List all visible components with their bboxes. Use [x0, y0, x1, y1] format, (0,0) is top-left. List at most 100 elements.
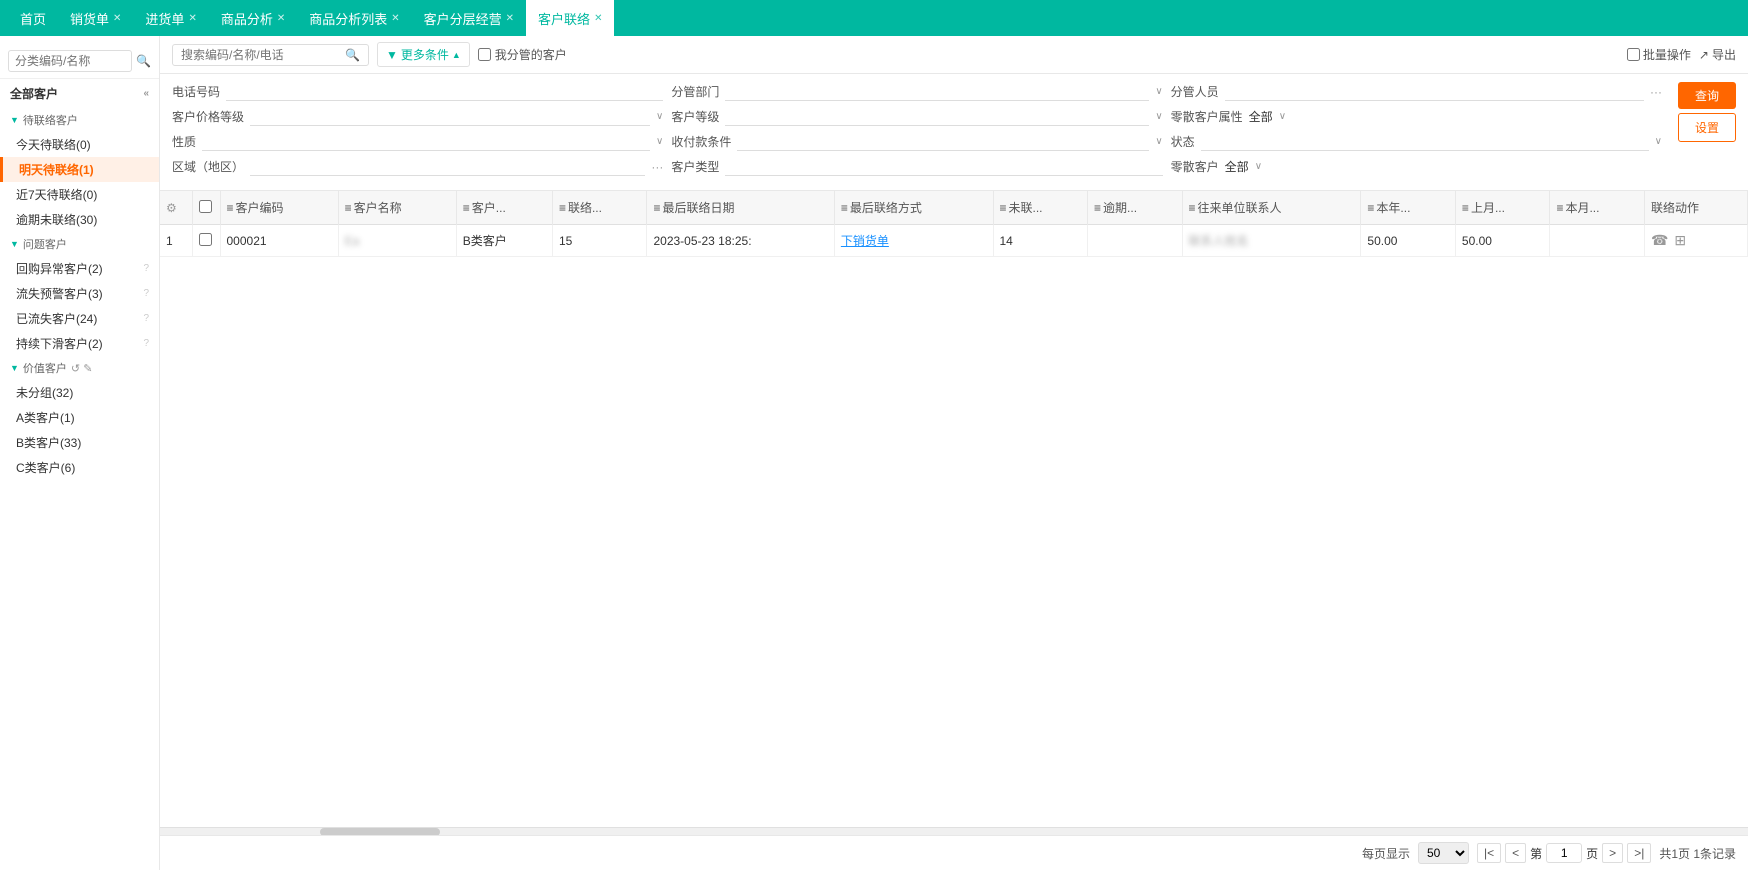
- batch-op-checkbox-label[interactable]: 批量操作: [1627, 46, 1691, 63]
- row-contact-count: 15: [552, 225, 647, 257]
- col-customer-name: ≡ 客户名称: [338, 191, 456, 225]
- nav-product-analysis-list[interactable]: 商品分析列表 ✕: [297, 0, 411, 36]
- col-last-contact-method: ≡ 最后联络方式: [834, 191, 993, 225]
- row-select-checkbox[interactable]: [199, 233, 212, 246]
- nav-sales-order[interactable]: 销货单 ✕: [58, 0, 133, 36]
- my-customers-checkbox[interactable]: [478, 48, 491, 61]
- row-type: B类客户: [456, 225, 552, 257]
- page-label: 第: [1530, 845, 1542, 862]
- nav-customer-contact[interactable]: 客户联络 ✕: [526, 0, 614, 36]
- next-page-btn[interactable]: >: [1602, 843, 1623, 863]
- close-product-analysis-icon[interactable]: ✕: [277, 13, 285, 24]
- settings-button[interactable]: 设置: [1678, 113, 1736, 142]
- nav-product-analysis[interactable]: 商品分析 ✕: [209, 0, 297, 36]
- filter-customer-type-input[interactable]: [725, 157, 1162, 176]
- sidebar-item-overdue[interactable]: 逾期未联络(30): [0, 207, 159, 232]
- price-level-chevron-icon: ∨: [656, 111, 663, 122]
- prev-page-btn[interactable]: <: [1505, 843, 1526, 863]
- sidebar-item-churned[interactable]: 已流失客户(24) ?: [0, 306, 159, 331]
- filter-retail-customer: 零散客户 全部 ∨: [1171, 158, 1662, 175]
- last-page-btn[interactable]: >|: [1627, 843, 1651, 863]
- sidebar-search-icon[interactable]: 🔍: [136, 54, 151, 68]
- filter-phone-input[interactable]: [226, 82, 663, 101]
- per-page-select[interactable]: 50 100 200: [1418, 842, 1469, 864]
- select-all-checkbox[interactable]: [199, 200, 212, 213]
- contact-action-icon[interactable]: ☎: [1651, 232, 1668, 249]
- query-button[interactable]: 查询: [1678, 82, 1736, 109]
- content-area: 🔍 ▼ 更多条件 ▲ 我分管的客户 批量操作 ↗ 导出: [160, 36, 1748, 870]
- sidebar-item-7days[interactable]: 近7天待联络(0): [0, 182, 159, 207]
- sidebar-item-ungrouped[interactable]: 未分组(32): [0, 380, 159, 405]
- batch-op-checkbox[interactable]: [1627, 48, 1640, 61]
- filter-status: 状态 ∨: [1171, 132, 1662, 151]
- row-checkbox: [192, 225, 220, 257]
- search-input[interactable]: [181, 48, 341, 62]
- search-box: 🔍: [172, 44, 369, 66]
- sidebar-item-churn-warning[interactable]: 流失预警客户(3) ?: [0, 281, 159, 306]
- col-customer-code: ≡ 客户编码: [220, 191, 338, 225]
- close-customer-tier-icon[interactable]: ✕: [506, 13, 514, 24]
- table-container: ⚙ ≡ 客户编码 ≡: [160, 191, 1748, 827]
- filter-nature: 性质 ∨: [172, 132, 663, 151]
- status-chevron-icon: ∨: [1655, 136, 1662, 147]
- more-action-icon[interactable]: ⊞: [1674, 232, 1686, 249]
- first-page-btn[interactable]: |<: [1477, 843, 1501, 863]
- sidebar-item-class-c[interactable]: C类客户(6): [0, 455, 159, 480]
- sidebar-item-class-a[interactable]: A类客户(1): [0, 405, 159, 430]
- filter-person: 分管人员 ···: [1171, 82, 1662, 101]
- sidebar-section-pending: ▼ 待联络客户: [0, 108, 159, 132]
- table-row: 1 000021 Ea B类客户 15 2023-05-23 18:25: 下销…: [160, 225, 1748, 257]
- filter-more-btn[interactable]: ▼ 更多条件 ▲: [377, 42, 470, 67]
- sidebar-section-problem: ▼ 问题客户: [0, 232, 159, 256]
- search-icon[interactable]: 🔍: [345, 48, 360, 62]
- row-no-contact: 14: [993, 225, 1088, 257]
- col-no-contact: ≡ 未联...: [993, 191, 1088, 225]
- sidebar-all-customers[interactable]: 全部客户 «: [0, 79, 159, 108]
- close-product-analysis-list-icon[interactable]: ✕: [391, 13, 399, 24]
- sidebar-item-tomorrow[interactable]: 明天待联络(1): [0, 157, 159, 182]
- sidebar-item-repurchase-abnormal[interactable]: 回购异常客户(2) ?: [0, 256, 159, 281]
- sidebar-search-input[interactable]: [8, 50, 132, 72]
- help-icon-2: ?: [143, 288, 149, 299]
- filter-person-input[interactable]: [1225, 82, 1644, 101]
- page-input[interactable]: [1546, 843, 1582, 863]
- sidebar-item-class-b[interactable]: B类客户(33): [0, 430, 159, 455]
- sidebar-item-today[interactable]: 今天待联络(0): [0, 132, 159, 157]
- triangle-icon: ▼: [10, 115, 19, 125]
- nav-home[interactable]: 首页: [8, 0, 58, 36]
- export-btn[interactable]: ↗ 导出: [1699, 46, 1736, 63]
- my-customers-checkbox-label[interactable]: 我分管的客户: [478, 46, 567, 63]
- filter-customer-level-input[interactable]: [725, 107, 1149, 126]
- filter-dept-input[interactable]: [725, 82, 1149, 101]
- nav-purchase-order[interactable]: 进货单 ✕: [133, 0, 208, 36]
- chevron-up-icon: ▲: [452, 50, 461, 60]
- nature-chevron-icon: ∨: [656, 136, 663, 147]
- close-purchase-order-icon[interactable]: ✕: [188, 13, 196, 24]
- triangle-icon-2: ▼: [10, 239, 19, 249]
- filter-retail-attr: 零散客户属性 全部 ∨: [1171, 108, 1662, 125]
- close-customer-contact-icon[interactable]: ✕: [594, 13, 602, 24]
- filter-price-level-input[interactable]: [250, 107, 650, 126]
- filter-status-input[interactable]: [1201, 132, 1649, 151]
- total-info: 共1页 1条记录: [1659, 845, 1736, 862]
- contact-method-link[interactable]: 下销货单: [841, 234, 889, 248]
- per-page-label: 每页显示: [1362, 845, 1410, 862]
- nav-customer-tier[interactable]: 客户分层经营 ✕: [412, 0, 526, 36]
- filter-panel: 电话号码 分管部门 ∨ 分管人员 ···: [160, 74, 1748, 191]
- help-icon-4: ?: [143, 338, 149, 349]
- row-last-contact-method: 下销货单: [834, 225, 993, 257]
- person-dots-icon: ···: [1650, 85, 1662, 99]
- toolbar-right: 批量操作 ↗ 导出: [1627, 46, 1736, 63]
- col-contact-person: ≡ 往来单位联系人: [1182, 191, 1361, 225]
- col-contact-count: ≡ 联络...: [552, 191, 647, 225]
- pagination-nav: |< < 第 页 > >|: [1477, 843, 1651, 863]
- sidebar-item-declining[interactable]: 持续下滑客户(2) ?: [0, 331, 159, 356]
- close-sales-order-icon[interactable]: ✕: [113, 13, 121, 24]
- top-nav: 首页 销货单 ✕ 进货单 ✕ 商品分析 ✕ 商品分析列表 ✕ 客户分层经营 ✕ …: [0, 0, 1748, 36]
- col-last-contact-date: ≡ 最后联络日期: [647, 191, 834, 225]
- filter-payment-input[interactable]: [737, 132, 1149, 151]
- gear-icon[interactable]: ⚙: [166, 201, 177, 215]
- customer-level-chevron-icon: ∨: [1155, 111, 1162, 122]
- filter-region-input[interactable]: [250, 157, 645, 176]
- filter-nature-input[interactable]: [202, 132, 650, 151]
